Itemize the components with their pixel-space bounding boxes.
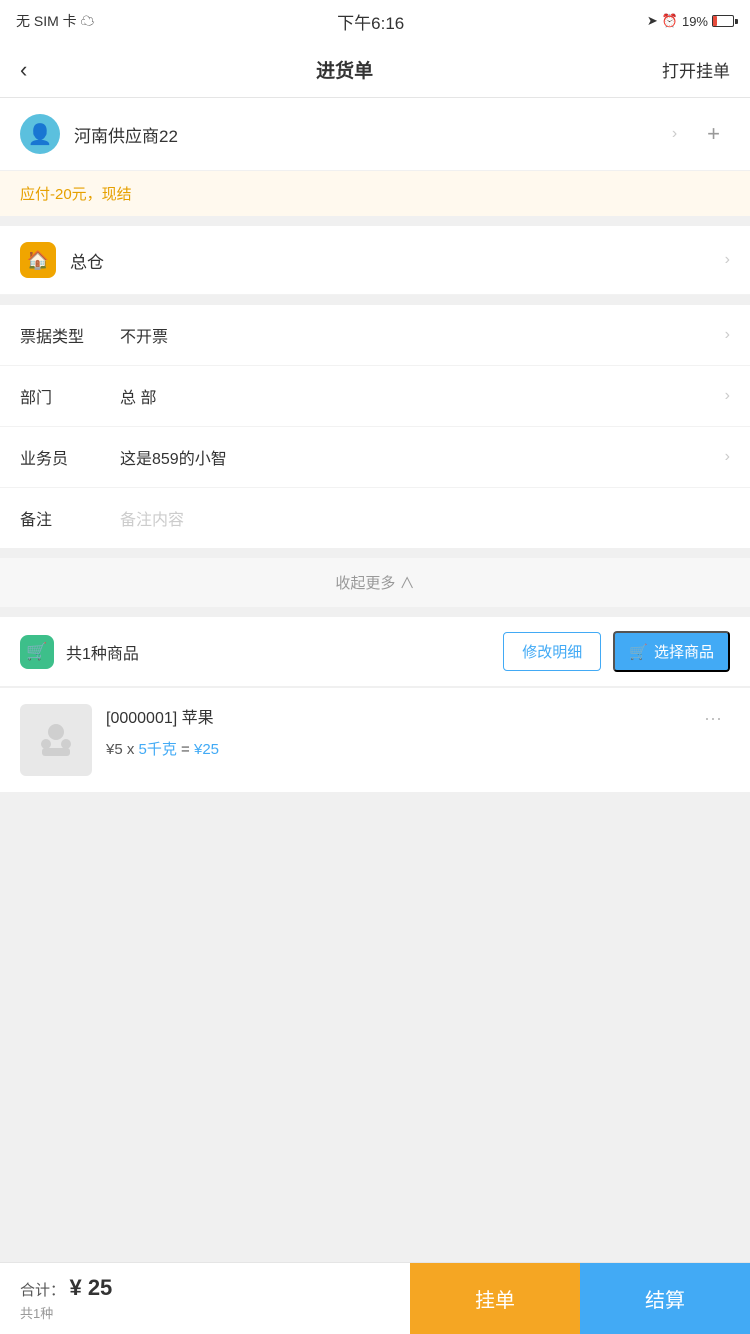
total-amount: ¥ 25 (69, 1275, 112, 1300)
supplier-name: 河南供应商22 (74, 122, 672, 147)
chevron-invoice: › (725, 326, 730, 344)
collapse-bar[interactable]: 收起更多 ∧ (0, 558, 750, 607)
back-button[interactable]: ‹ (20, 57, 27, 83)
form-value-staff: 这是859的小智 (120, 445, 725, 469)
sim-status: 无 SIM 卡 ☁ (16, 11, 95, 31)
total-area: 合计： ¥ 25 共1种 (0, 1275, 410, 1322)
total-line: 合计： ¥ 25 (20, 1275, 390, 1301)
product-thumbnail (20, 704, 92, 776)
hang-button[interactable]: 挂单 (410, 1263, 580, 1334)
form-row-invoice[interactable]: 票据类型 不开票 › (0, 305, 750, 366)
battery-icon (712, 15, 734, 27)
alarm-icon: ⏰ (662, 13, 678, 29)
form-value-dept: 总 部 (120, 384, 725, 408)
form-key-staff: 业务员 (20, 445, 100, 469)
separator: = (177, 741, 194, 758)
product-info: [0000001] 苹果 ¥5 x 5千克 = ¥25 (106, 704, 696, 759)
nav-bar: ‹ 进货单 打开挂单 (0, 42, 750, 98)
quantity-highlight: 5千克 (139, 741, 177, 758)
add-button[interactable]: + (697, 121, 730, 147)
status-bar: 无 SIM 卡 ☁ 下午6:16 ➤ ⏰ 19% (0, 0, 750, 42)
bottom-bar: 合计： ¥ 25 共1种 挂单 结算 (0, 1262, 750, 1334)
form-key-dept: 部门 (20, 384, 100, 408)
payment-info: 应付-20元，现结 (0, 171, 750, 216)
select-product-button[interactable]: 🛒 选择商品 (613, 631, 730, 672)
warehouse-row[interactable]: 🏠 总仓 › (0, 226, 750, 295)
chevron-right-icon: › (672, 125, 677, 143)
edit-detail-button[interactable]: 修改明细 (503, 632, 601, 671)
status-time: 下午6:16 (337, 9, 404, 34)
total-highlight: ¥25 (194, 741, 219, 758)
status-left: 无 SIM 卡 ☁ (16, 11, 95, 31)
checkout-button[interactable]: 结算 (580, 1263, 750, 1334)
warehouse-section: 🏠 总仓 › (0, 226, 750, 295)
products-count: 共1种商品 (66, 640, 491, 664)
form-key-invoice: 票据类型 (20, 323, 100, 347)
chevron-dept: › (725, 387, 730, 405)
battery-label: 19% (682, 14, 708, 29)
form-row-staff[interactable]: 业务员 这是859的小智 › (0, 427, 750, 488)
more-button[interactable]: ··· (696, 704, 730, 733)
location-icon: ➤ (647, 13, 658, 29)
warehouse-icon: 🏠 (20, 242, 56, 278)
warehouse-name: 总仓 (70, 248, 725, 273)
products-header: 🛒 共1种商品 修改明细 🛒 选择商品 (0, 617, 750, 686)
product-item: [0000001] 苹果 ¥5 x 5千克 = ¥25 ··· (0, 688, 750, 792)
form-placeholder-note: 备注内容 (120, 506, 730, 530)
products-icon: 🛒 (20, 635, 54, 669)
supplier-section: 👤 河南供应商22 › + 应付-20元，现结 (0, 98, 750, 216)
total-label: 合计： (20, 1282, 65, 1299)
form-row-dept[interactable]: 部门 总 部 › (0, 366, 750, 427)
total-count: 共1种 (20, 1303, 390, 1322)
main-content: 👤 河南供应商22 › + 应付-20元，现结 🏠 总仓 › 票据类型 不开票 … (0, 98, 750, 874)
form-section: 票据类型 不开票 › 部门 总 部 › 业务员 这是859的小智 › 备注 备注… (0, 305, 750, 548)
product-price: ¥5 x 5千克 = ¥25 (106, 738, 696, 759)
form-value-invoice: 不开票 (120, 323, 725, 347)
form-key-note: 备注 (20, 506, 100, 530)
chevron-staff: › (725, 448, 730, 466)
cart-icon: 🛒 (26, 642, 47, 662)
status-right: ➤ ⏰ 19% (647, 13, 734, 29)
select-label: 选择商品 (654, 641, 714, 662)
form-row-note[interactable]: 备注 备注内容 (0, 488, 750, 548)
open-pending-button[interactable]: 打开挂单 (662, 57, 730, 82)
price-label: ¥5 x (106, 741, 139, 758)
supplier-row[interactable]: 👤 河南供应商22 › + (0, 98, 750, 171)
chevron-right-icon-2: › (725, 251, 730, 269)
product-name: [0000001] 苹果 (106, 704, 696, 728)
product-placeholder-icon (32, 716, 80, 764)
page-title: 进货单 (316, 56, 373, 83)
avatar: 👤 (20, 114, 60, 154)
select-icon: 🛒 (629, 643, 648, 661)
avatar-icon: 👤 (28, 122, 53, 147)
